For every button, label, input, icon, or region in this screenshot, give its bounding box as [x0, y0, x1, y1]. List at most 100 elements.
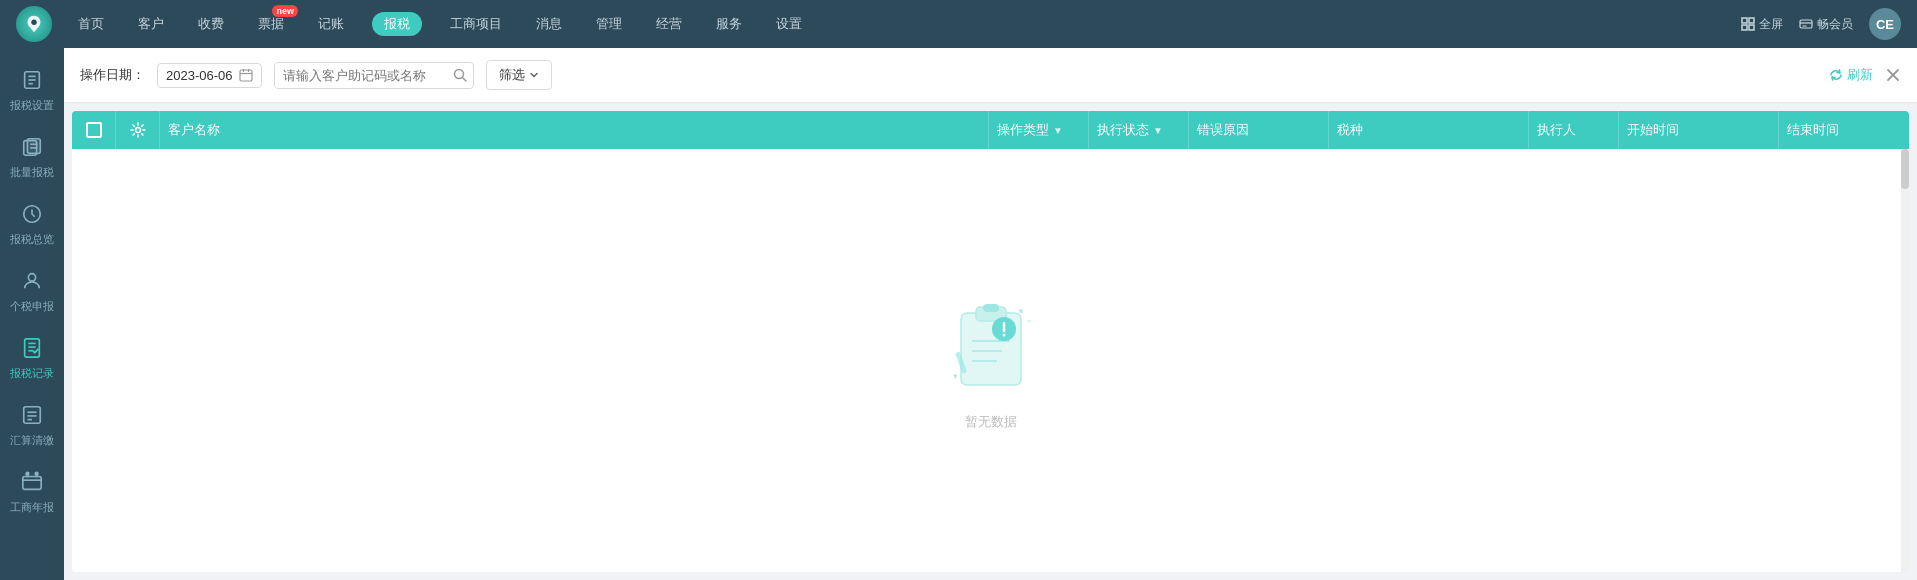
new-badge: new [272, 5, 298, 17]
svg-rect-17 [25, 339, 40, 357]
avatar[interactable]: CE [1869, 8, 1901, 40]
sort-icon-op-type: ▼ [1053, 125, 1063, 136]
empty-state: 暂无数据 [941, 291, 1041, 431]
nav-items-list: 首页 客户 收费 票据 new 记账 报税 工商项目 消息 管理 经营 服务 设… [72, 11, 1741, 37]
svg-point-47 [1002, 333, 1005, 336]
fullscreen-button[interactable]: 全屏 [1741, 16, 1783, 33]
calendar-icon [239, 68, 253, 82]
annual-report-icon [18, 468, 46, 496]
refresh-icon [1829, 68, 1843, 82]
th-checkbox[interactable] [72, 111, 116, 149]
svg-rect-2 [1749, 18, 1754, 23]
svg-rect-21 [24, 407, 41, 424]
nav-item-billing[interactable]: 收费 [192, 11, 230, 37]
sidebar-item-individual-tax[interactable]: 个税申报 [0, 257, 64, 324]
close-icon [1885, 67, 1901, 83]
search-box [274, 62, 474, 89]
svg-rect-25 [23, 477, 41, 490]
nav-item-settings[interactable]: 设置 [770, 11, 808, 37]
fullscreen-label: 全屏 [1759, 16, 1783, 33]
svg-marker-49 [954, 374, 957, 379]
sidebar-item-settlement[interactable]: 汇算清缴 [0, 391, 64, 458]
svg-line-35 [462, 78, 466, 82]
refresh-button[interactable]: 刷新 [1829, 66, 1873, 84]
sidebar-item-tax-record[interactable]: 报税记录 [0, 324, 64, 391]
tax-overview-icon [18, 200, 46, 228]
individual-tax-icon [18, 267, 46, 295]
th-op-type[interactable]: 操作类型 ▼ [989, 111, 1089, 149]
sidebar-label-batch-tax: 批量报税 [10, 165, 54, 180]
svg-point-38 [135, 128, 140, 133]
svg-rect-4 [1749, 25, 1754, 30]
vip-button[interactable]: 畅会员 [1799, 16, 1853, 33]
batch-tax-icon [18, 133, 46, 161]
search-icon [453, 68, 467, 82]
th-executor: 执行人 [1529, 111, 1619, 149]
empty-illustration [941, 291, 1041, 401]
scrollbar[interactable] [1901, 149, 1909, 572]
th-tax-type: 税种 [1329, 111, 1529, 149]
svg-point-0 [31, 19, 37, 25]
sidebar-item-tax-settings[interactable]: 报税设置 [0, 56, 64, 123]
date-picker[interactable]: 2023-06-06 [157, 63, 262, 88]
vip-label: 畅会员 [1817, 16, 1853, 33]
sidebar-label-tax-overview: 报税总览 [10, 232, 54, 247]
nav-item-message[interactable]: 消息 [530, 11, 568, 37]
nav-item-tax[interactable]: 报税 [372, 12, 422, 36]
refresh-label: 刷新 [1847, 66, 1873, 84]
close-button[interactable] [1885, 67, 1901, 83]
table-body: 暂无数据 [72, 149, 1909, 572]
settlement-icon [18, 401, 46, 429]
select-all-checkbox[interactable] [86, 122, 102, 138]
content-area: 操作日期： 2023-06-06 [64, 48, 1917, 580]
nav-item-operation[interactable]: 经营 [650, 11, 688, 37]
th-exec-status[interactable]: 执行状态 ▼ [1089, 111, 1189, 149]
toolbar: 操作日期： 2023-06-06 [64, 48, 1917, 103]
filter-button[interactable]: 筛选 [486, 60, 552, 90]
sort-icon-exec-status: ▼ [1153, 125, 1163, 136]
sidebar-label-tax-settings: 报税设置 [10, 98, 54, 113]
th-gear[interactable] [116, 111, 160, 149]
search-input[interactable] [275, 63, 445, 88]
filter-label: 筛选 [499, 66, 525, 84]
chevron-down-icon [529, 70, 539, 80]
date-value: 2023-06-06 [166, 68, 233, 83]
sidebar-item-annual-report[interactable]: 工商年报 [0, 458, 64, 525]
nav-item-service[interactable]: 服务 [710, 11, 748, 37]
tax-settings-icon [18, 66, 46, 94]
sidebar-label-annual-report: 工商年报 [10, 500, 54, 515]
sidebar-label-settlement: 汇算清缴 [10, 433, 54, 448]
th-error-reason: 错误原因 [1189, 111, 1329, 149]
svg-rect-1 [1742, 18, 1747, 23]
sidebar-item-tax-overview[interactable]: 报税总览 [0, 190, 64, 257]
tax-record-icon [18, 334, 46, 362]
sidebar-label-tax-record: 报税记录 [10, 366, 54, 381]
sidebar: 报税设置 批量报税 报税总览 [0, 48, 64, 580]
search-button[interactable] [445, 63, 474, 87]
svg-rect-5 [1800, 20, 1812, 28]
nav-item-bookkeeping[interactable]: 记账 [312, 11, 350, 37]
right-actions: 全屏 畅会员 CE [1741, 8, 1901, 40]
svg-rect-11 [27, 139, 40, 154]
scrollbar-thumb[interactable] [1901, 149, 1909, 189]
sidebar-label-individual-tax: 个税申报 [10, 299, 54, 314]
table-container: 客户名称 操作类型 ▼ 执行状态 ▼ 错误原因 税种 执行人 [72, 111, 1909, 572]
svg-point-51 [1027, 319, 1030, 322]
nav-item-industry[interactable]: 工商项目 [444, 11, 508, 37]
svg-rect-30 [240, 70, 252, 81]
nav-item-manage[interactable]: 管理 [590, 11, 628, 37]
app-logo[interactable] [16, 6, 52, 42]
main-layout: 报税设置 批量报税 报税总览 [0, 48, 1917, 580]
svg-rect-3 [1742, 25, 1747, 30]
nav-item-invoice[interactable]: 票据 new [252, 11, 290, 37]
top-navigation: 首页 客户 收费 票据 new 记账 报税 工商项目 消息 管理 经营 服务 设… [0, 0, 1917, 48]
table-header: 客户名称 操作类型 ▼ 执行状态 ▼ 错误原因 税种 执行人 [72, 111, 1909, 149]
svg-point-50 [1019, 309, 1023, 313]
th-end-time: 结束时间 [1779, 111, 1909, 149]
th-customer-name: 客户名称 [160, 111, 989, 149]
no-data-text: 暂无数据 [965, 413, 1017, 431]
date-label: 操作日期： [80, 66, 145, 84]
nav-item-home[interactable]: 首页 [72, 11, 110, 37]
nav-item-customer[interactable]: 客户 [132, 11, 170, 37]
sidebar-item-batch-tax[interactable]: 批量报税 [0, 123, 64, 190]
